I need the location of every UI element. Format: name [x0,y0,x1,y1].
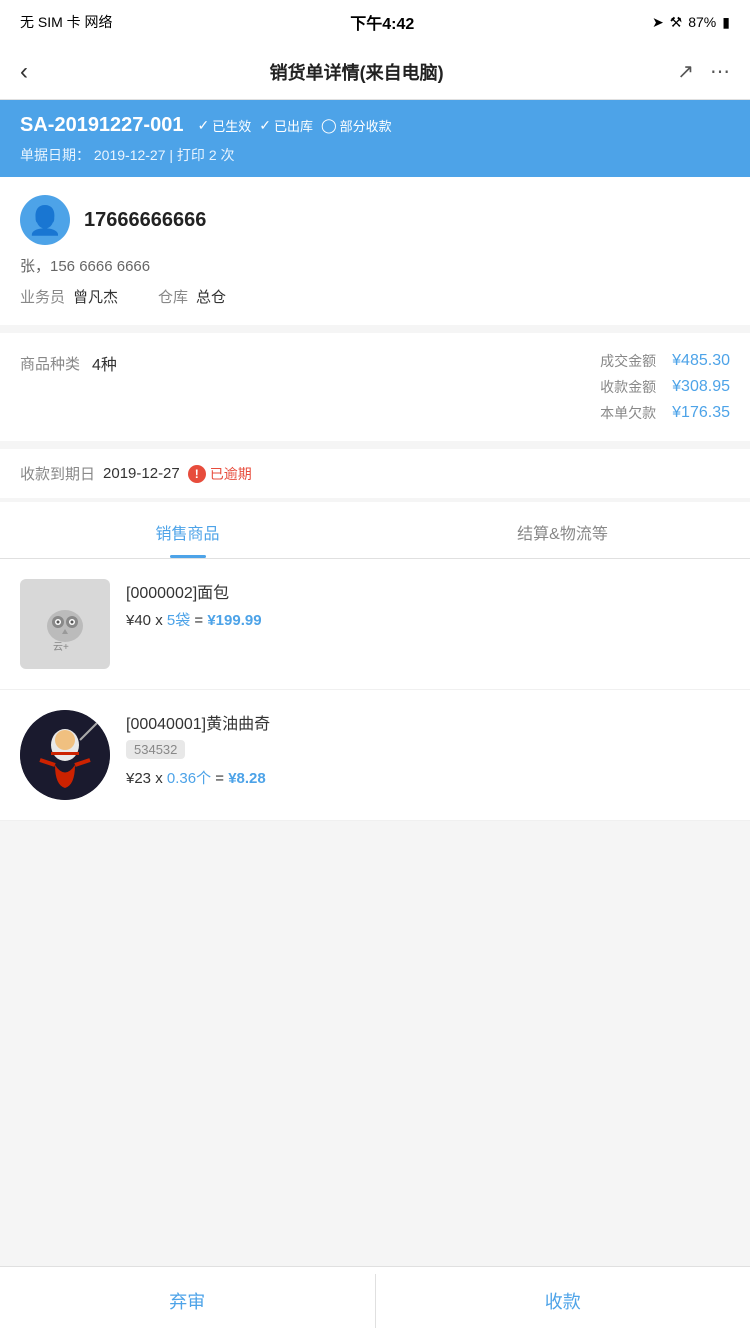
product-placeholder-1: 云+ [20,579,110,669]
warehouse-field: 仓库 总仓 [158,286,226,307]
banner-date-row: 单据日期： 2019-12-27 | 打印 2 次 [20,145,730,165]
price-total-1: ¥199.99 [207,612,261,629]
status-badges: ✓ 已生效 ✓ 已出库 ◯ 部分收款 [197,116,391,135]
price-total-2: ¥8.28 [228,770,266,787]
tab-sales-products[interactable]: 销售商品 [0,502,375,558]
due-date-value: 2019-12-27 [103,465,180,482]
customer-meta: 业务员 曾凡杰 仓库 总仓 [20,286,730,307]
qty-highlight-2: 0.36个 [167,770,211,787]
warehouse-value: 总仓 [196,286,226,307]
amount-label: 成交金额 [600,351,656,371]
clock-icon: ◯ [321,117,337,134]
collect-payment-button[interactable]: 收款 [376,1274,750,1328]
order-id: SA-20191227-001 [20,114,183,137]
product-name-1: [0000002]面包 [126,579,730,603]
product-item-2: [00040001]黄油曲奇 534532 ¥23 x 0.36个 = ¥8.2… [0,690,750,821]
customer-section: 👤 17666666666 张，156 6666 6666 业务员 曾凡杰 仓库… [0,177,750,325]
location-icon: ➤ [652,14,664,31]
stats-section: 商品种类 4种 成交金额 ¥485.30 收款金额 ¥308.95 本单欠款 ¥… [0,333,750,441]
products-section: 云+ [0000002]面包 ¥40 x 5袋 = ¥199.99 [0,559,750,821]
nav-actions: ↗ ⋯ [677,59,730,84]
price-base-2: ¥23 x [126,770,167,787]
product-price-1: ¥40 x 5袋 = ¥199.99 [126,609,730,630]
product-thumbnail-1: 云+ [20,579,110,669]
svg-text:云+: 云+ [53,642,69,653]
status-bar: 无 SIM 卡 网络 下午4:42 ➤ ⚒ 87% ▮ [0,0,750,44]
order-header-banner: SA-20191227-001 ✓ 已生效 ✓ 已出库 ◯ 部分收款 单据日期：… [0,100,750,177]
overdue-icon: ! [188,465,206,483]
price-base-1: ¥40 x [126,612,167,629]
salesperson-field: 业务员 曾凡杰 [20,286,118,307]
salesperson-label: 业务员 [20,286,65,307]
amount-row: 成交金额 ¥485.30 [600,351,730,371]
more-icon[interactable]: ⋯ [710,59,730,84]
bottom-bar: 弃审 收款 [0,1266,750,1334]
category-value: 4种 [92,351,117,375]
due-date-section: 收款到期日 2019-12-27 ! 已逾期 [0,449,750,498]
debt-label: 本单欠款 [600,403,656,423]
debt-row: 本单欠款 ¥176.35 [600,403,730,423]
avatar: 👤 [20,195,70,245]
status-badge-partial: ◯ 部分收款 [321,116,392,135]
customer-name: 17666666666 [84,209,206,232]
product-name-2: [00040001]黄油曲奇 [126,710,730,734]
person-icon: 👤 [28,204,63,237]
category-label: 商品种类 [20,353,80,374]
customer-sub: 张，156 6666 6666 [20,255,730,276]
tab-settlement[interactable]: 结算&物流等 [375,502,750,558]
battery-icon: ▮ [722,14,730,31]
product-info-2: [00040001]黄油曲奇 534532 ¥23 x 0.36个 = ¥8.2… [126,710,730,788]
product-category-stat: 商品种类 4种 [20,351,117,375]
product-sku-badge: 534532 [126,740,185,759]
check-icon-1: ✓ [197,117,209,134]
status-badge-out: ✓ 已出库 [259,116,313,135]
status-time: 下午4:42 [350,10,414,34]
received-value: ¥308.95 [672,378,730,396]
amount-value: ¥485.30 [672,352,730,370]
overdue-text: 已逾期 [210,464,252,484]
tabs-section: 销售商品 结算&物流等 [0,502,750,559]
product-image-2 [20,710,110,800]
back-button[interactable]: ‹ [12,50,36,94]
cancel-review-button[interactable]: 弃审 [0,1274,376,1328]
warehouse-label: 仓库 [158,286,188,307]
status-signal: 无 SIM 卡 网络 [20,12,113,32]
status-battery: ➤ ⚒ 87% ▮ [652,14,730,31]
qty-highlight-1: 5袋 [167,612,190,629]
product-info-1: [0000002]面包 ¥40 x 5袋 = ¥199.99 [126,579,730,630]
share-icon[interactable]: ↗ [677,59,694,84]
nav-bar: ‹ 销货单详情(来自电脑) ↗ ⋯ [0,44,750,100]
alarm-icon: ⚒ [670,14,683,31]
received-row: 收款金额 ¥308.95 [600,377,730,397]
status-badge-effective: ✓ 已生效 [197,116,251,135]
received-label: 收款金额 [600,377,656,397]
salesperson-value: 曾凡杰 [73,286,118,307]
page-title: 销货单详情(来自电脑) [36,59,677,85]
debt-value: ¥176.35 [672,404,730,422]
due-label: 收款到期日 [20,463,95,484]
owl-icon: 云+ [35,594,95,654]
check-icon-2: ✓ [259,117,271,134]
product-price-2: ¥23 x 0.36个 = ¥8.28 [126,767,730,788]
overdue-badge: ! 已逾期 [188,464,252,484]
financial-stats: 成交金额 ¥485.30 收款金额 ¥308.95 本单欠款 ¥176.35 [600,351,730,423]
product-thumbnail-2 [20,710,110,800]
product-item: 云+ [0000002]面包 ¥40 x 5袋 = ¥199.99 [0,559,750,690]
